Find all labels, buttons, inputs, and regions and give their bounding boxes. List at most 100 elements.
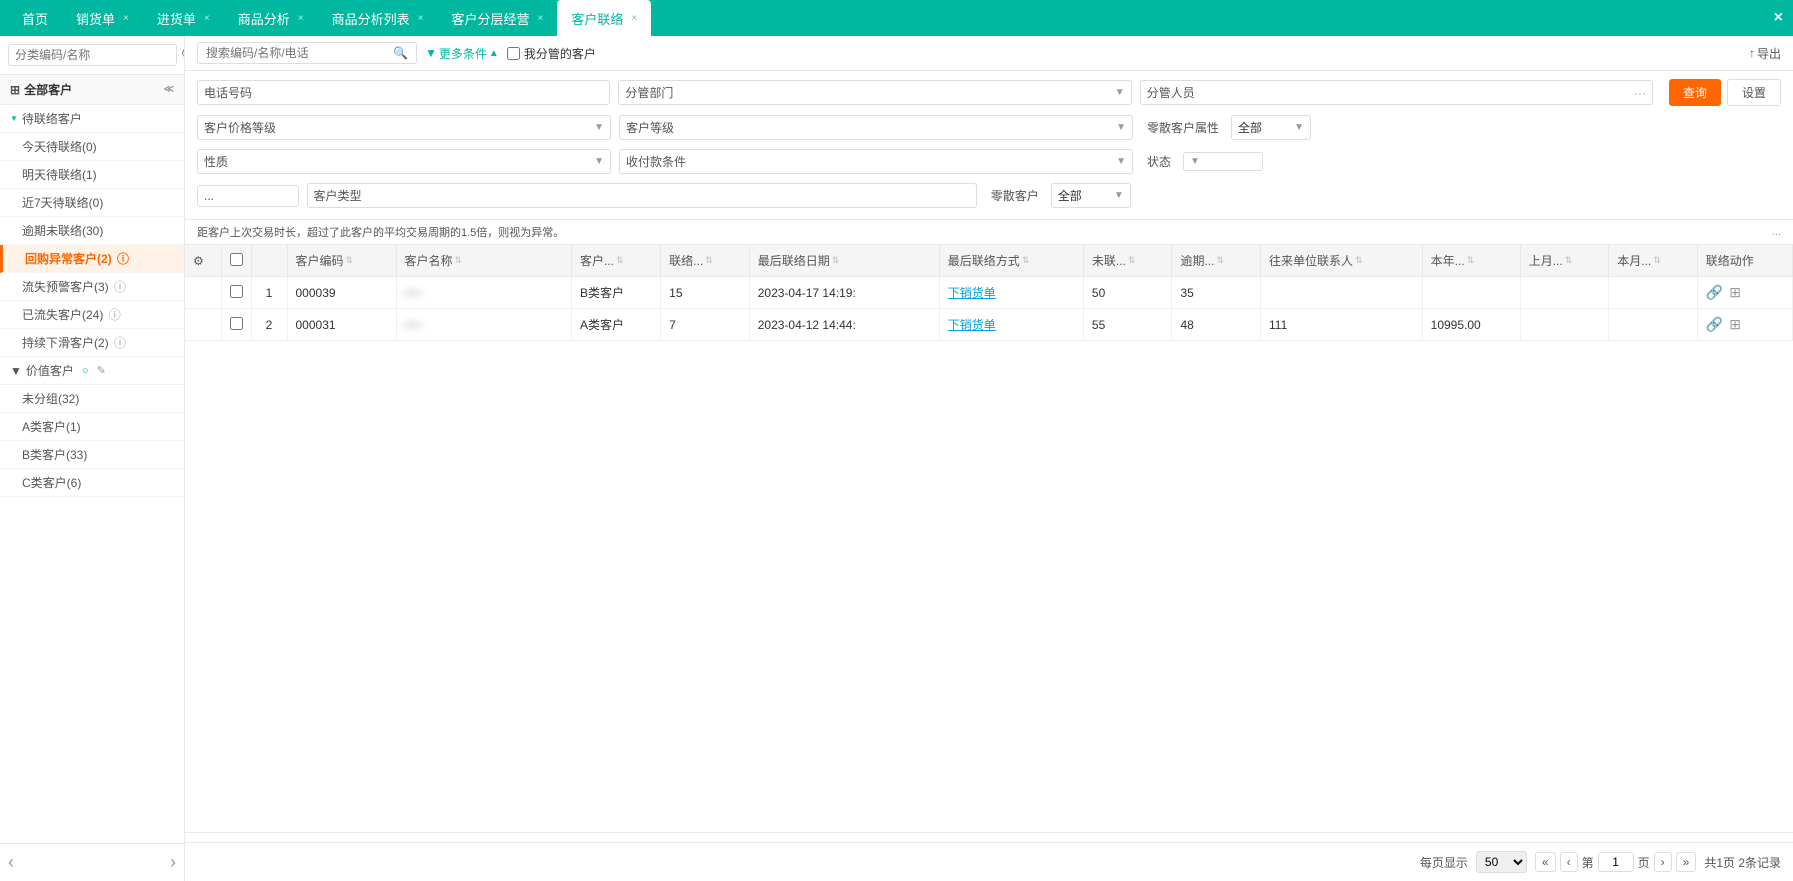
row-last-month (1520, 277, 1609, 309)
retail-attr-select[interactable]: 全部 ▼ (1231, 115, 1311, 140)
th-last-method[interactable]: 最后联络方式 ⇅ (939, 245, 1083, 277)
row-checkbox[interactable] (230, 317, 243, 330)
retail-select[interactable]: 全部 ▼ (1051, 183, 1131, 208)
sidebar-pending-overdue[interactable]: 逾期未联络(30) (0, 217, 184, 245)
nav-sales[interactable]: 销货单 × (62, 0, 143, 36)
row-last-method[interactable]: 下销货单 (939, 309, 1083, 341)
export-btn[interactable]: ↑ 导出 (1749, 45, 1781, 62)
th-contact[interactable]: 联络... ⇅ (661, 245, 750, 277)
triangle-icon2: ▼ (10, 364, 22, 378)
sidebar-left-arrow[interactable]: ‹ (8, 852, 14, 873)
prev-page-btn[interactable]: ‹ (1560, 852, 1578, 872)
my-customers-checkbox[interactable]: 我分管的客户 (507, 45, 596, 62)
close-all-tabs[interactable]: × (1774, 9, 1783, 27)
sidebar-search-input[interactable] (8, 44, 177, 66)
nav-product-analysis[interactable]: 商品分析 × (224, 0, 318, 36)
setting-btn[interactable]: 设置 (1727, 79, 1781, 106)
row-checkbox-cell[interactable] (221, 277, 251, 309)
sidebar-right-arrow[interactable]: › (170, 852, 176, 873)
per-page-select[interactable]: 10 20 50 100 (1476, 851, 1527, 873)
status-select[interactable]: ▼ (1183, 152, 1263, 171)
nav-product-analysis-close[interactable]: × (298, 13, 304, 24)
th-settings[interactable]: ⚙ (185, 245, 221, 277)
first-page-btn[interactable]: « (1535, 852, 1556, 872)
payment-field[interactable]: 收付款条件 ▼ (619, 149, 1133, 174)
sidebar-value-group[interactable]: ▼ 价值客户 ○ ✎ (0, 357, 184, 385)
settings-icon[interactable]: ⚙ (193, 254, 204, 268)
sort-icon-date: ⇅ (832, 255, 840, 266)
current-page-input[interactable] (1598, 852, 1634, 872)
sidebar-class-a[interactable]: A类客户(1) (0, 413, 184, 441)
nav-product-list[interactable]: 商品分析列表 × (318, 0, 438, 36)
grade-field[interactable]: 客户等级 ▼ (619, 115, 1133, 140)
my-customers-check[interactable] (507, 47, 520, 60)
person-more-icon[interactable]: ··· (1634, 86, 1646, 100)
row-action-link[interactable]: 🔗 (1706, 316, 1723, 333)
sidebar-pending-tomorrow[interactable]: 明天待联络(1) (0, 161, 184, 189)
nav-customer-contact[interactable]: 客户联络 × (557, 0, 651, 36)
sidebar-ungrouped[interactable]: 未分组(32) (0, 385, 184, 413)
row-action-link[interactable]: 🔗 (1706, 284, 1723, 301)
select-all-checkbox[interactable] (230, 253, 243, 266)
nav-customer-segment-close[interactable]: × (537, 13, 543, 24)
filter-bar: 🔍 ▼ 更多条件 ▲ 我分管的客户 ↑ 导出 (185, 36, 1793, 71)
th-checkbox[interactable] (221, 245, 251, 277)
th-last-month[interactable]: 上月... ⇅ (1520, 245, 1609, 277)
horizontal-scrollbar[interactable] (185, 832, 1793, 842)
row-action-grid[interactable]: ⊞ (1729, 284, 1741, 301)
nav-home[interactable]: 首页 (8, 0, 62, 36)
th-this-month[interactable]: 本月... ⇅ (1609, 245, 1698, 277)
th-partner[interactable]: 往来单位联系人 ⇅ (1261, 245, 1423, 277)
main-search-input[interactable] (206, 46, 389, 60)
nav-product-list-close[interactable]: × (418, 13, 424, 24)
adv-filter-row1: 电话号码 分管部门 ▼ 分管人员 ··· 查询 设置 (197, 79, 1781, 106)
sidebar-all-customers[interactable]: ⊞ 全部客户 ≪ (0, 75, 184, 105)
sidebar-pending-7days[interactable]: 近7天待联络(0) (0, 189, 184, 217)
th-type[interactable]: 客户... ⇅ (571, 245, 660, 277)
person-field[interactable]: 分管人员 ··· (1140, 80, 1653, 105)
nav-purchase-close[interactable]: × (204, 13, 210, 24)
row-checkbox[interactable] (230, 285, 243, 298)
main-search-icon[interactable]: 🔍 (393, 46, 408, 60)
more-conditions-btn[interactable]: ▼ 更多条件 ▲ (425, 45, 499, 62)
tooltip-more-dots[interactable]: ... (1772, 226, 1781, 238)
filter-icon: ▼ (425, 46, 437, 60)
query-btn[interactable]: 查询 (1669, 79, 1721, 106)
status-field[interactable]: 状态 ▼ (1141, 149, 1653, 174)
sidebar-pending-group[interactable]: ▼ 待联络客户 (0, 105, 184, 133)
row-action-grid[interactable]: ⊞ (1729, 316, 1741, 333)
dept-field[interactable]: 分管部门 ▼ (618, 80, 1131, 105)
price-grade-field[interactable]: 客户价格等级 ▼ (197, 115, 611, 140)
phone-field[interactable]: 电话号码 (197, 80, 610, 105)
retail-attr-field[interactable]: 零散客户属性 全部 ▼ (1141, 112, 1653, 143)
retail-customer-field[interactable]: 零散客户 全部 ▼ (985, 180, 1653, 211)
nav-customer-contact-close[interactable]: × (631, 13, 637, 24)
th-overdue[interactable]: 逾期... ⇅ (1172, 245, 1261, 277)
nav-sales-close[interactable]: × (123, 13, 129, 24)
th-code[interactable]: 客户编码 ⇅ (287, 245, 396, 277)
sort-icon-code: ⇅ (346, 255, 354, 266)
dots-field[interactable]: ... (197, 185, 299, 207)
sidebar-search-area: 🔍 (0, 36, 184, 75)
last-page-btn[interactable]: » (1676, 852, 1697, 872)
sidebar-class-c[interactable]: C类客户(6) (0, 469, 184, 497)
sidebar-collapse-btn[interactable]: ≪ (164, 84, 174, 95)
row-checkbox-cell[interactable] (221, 309, 251, 341)
th-name[interactable]: 客户名称 ⇅ (396, 245, 571, 277)
th-last-date[interactable]: 最后联络日期 ⇅ (749, 245, 939, 277)
next-page-btn[interactable]: › (1654, 852, 1672, 872)
gender-field[interactable]: 性质 ▼ (197, 149, 611, 174)
sort-icon-method: ⇅ (1022, 255, 1030, 266)
sidebar-pending-today[interactable]: 今天待联络(0) (0, 133, 184, 161)
nav-customer-segment[interactable]: 客户分层经营 × (437, 0, 557, 36)
th-this-year[interactable]: 本年... ⇅ (1422, 245, 1520, 277)
th-uncontacted[interactable]: 未联... ⇅ (1083, 245, 1172, 277)
sidebar-already-lost[interactable]: 已流失客户(24) ⓘ (0, 301, 184, 329)
nav-purchase[interactable]: 进货单 × (143, 0, 224, 36)
sidebar-repurchase-abnormal[interactable]: 回购异常客户(2) ⓘ (0, 245, 184, 273)
sidebar-declining[interactable]: 持续下滑客户(2) ⓘ (0, 329, 184, 357)
customer-type-field[interactable]: 客户类型 (307, 183, 977, 208)
row-last-method[interactable]: 下销货单 (939, 277, 1083, 309)
sidebar-class-b[interactable]: B类客户(33) (0, 441, 184, 469)
sidebar-lost-warning[interactable]: 流失预警客户(3) ⓘ (0, 273, 184, 301)
